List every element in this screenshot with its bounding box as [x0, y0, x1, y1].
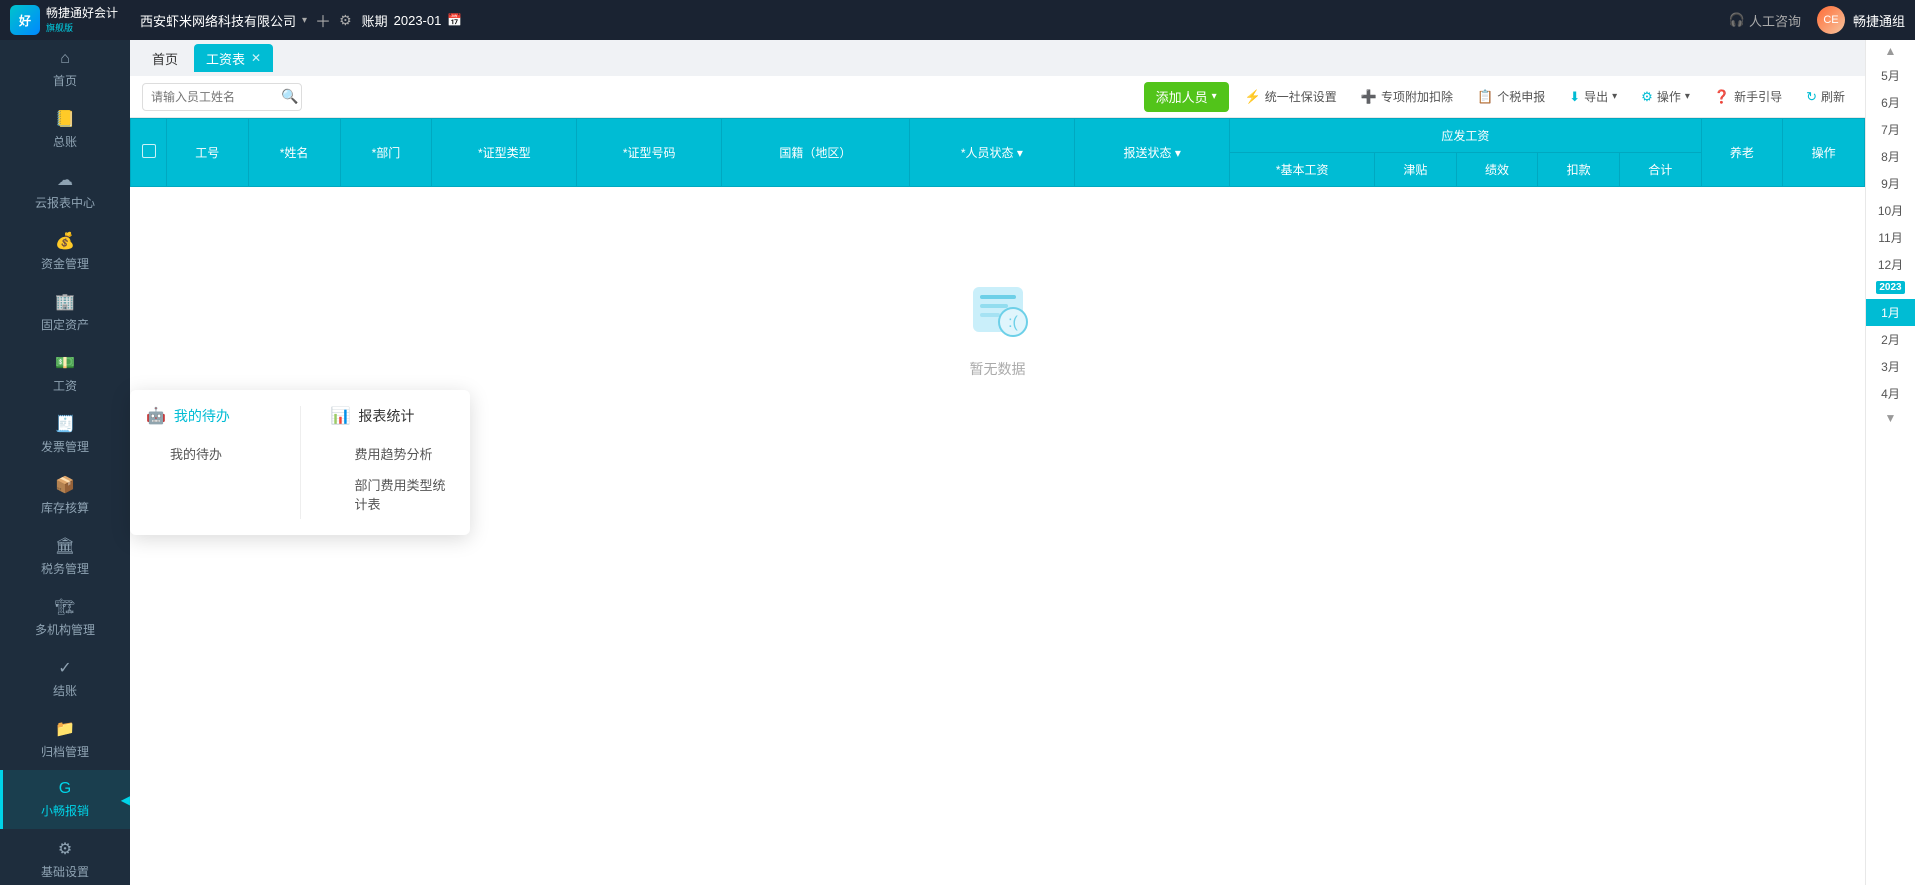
- todo-header-icon: 🤖: [146, 406, 166, 426]
- popup-overlay[interactable]: 🤖 我的待办 我的待办 📊 报表统计 费用趋势分析 部门费用类型统计表: [0, 0, 1915, 885]
- popup-col-stats-title: 报表统计: [358, 406, 414, 426]
- popup-item-todo[interactable]: 我的待办: [146, 438, 270, 469]
- popup-col-todo-header: 🤖 我的待办: [146, 406, 270, 426]
- popup-col-stats-header: 📊 报表统计: [331, 406, 455, 426]
- popup-item-dept-stats[interactable]: 部门费用类型统计表: [331, 469, 455, 519]
- stats-header-icon: 📊: [331, 406, 351, 426]
- popup-section: 🤖 我的待办 我的待办 📊 报表统计 费用趋势分析 部门费用类型统计表: [146, 406, 454, 519]
- popup-col-todo: 🤖 我的待办 我的待办: [146, 406, 270, 519]
- popup-col-stats: 📊 报表统计 费用趋势分析 部门费用类型统计表: [331, 406, 455, 519]
- popup-col-todo-title: 我的待办: [174, 406, 230, 426]
- popup-divider: [300, 406, 301, 519]
- popup-item-cost-trend[interactable]: 费用趋势分析: [331, 438, 455, 469]
- popup-menu: 🤖 我的待办 我的待办 📊 报表统计 费用趋势分析 部门费用类型统计表: [130, 390, 470, 535]
